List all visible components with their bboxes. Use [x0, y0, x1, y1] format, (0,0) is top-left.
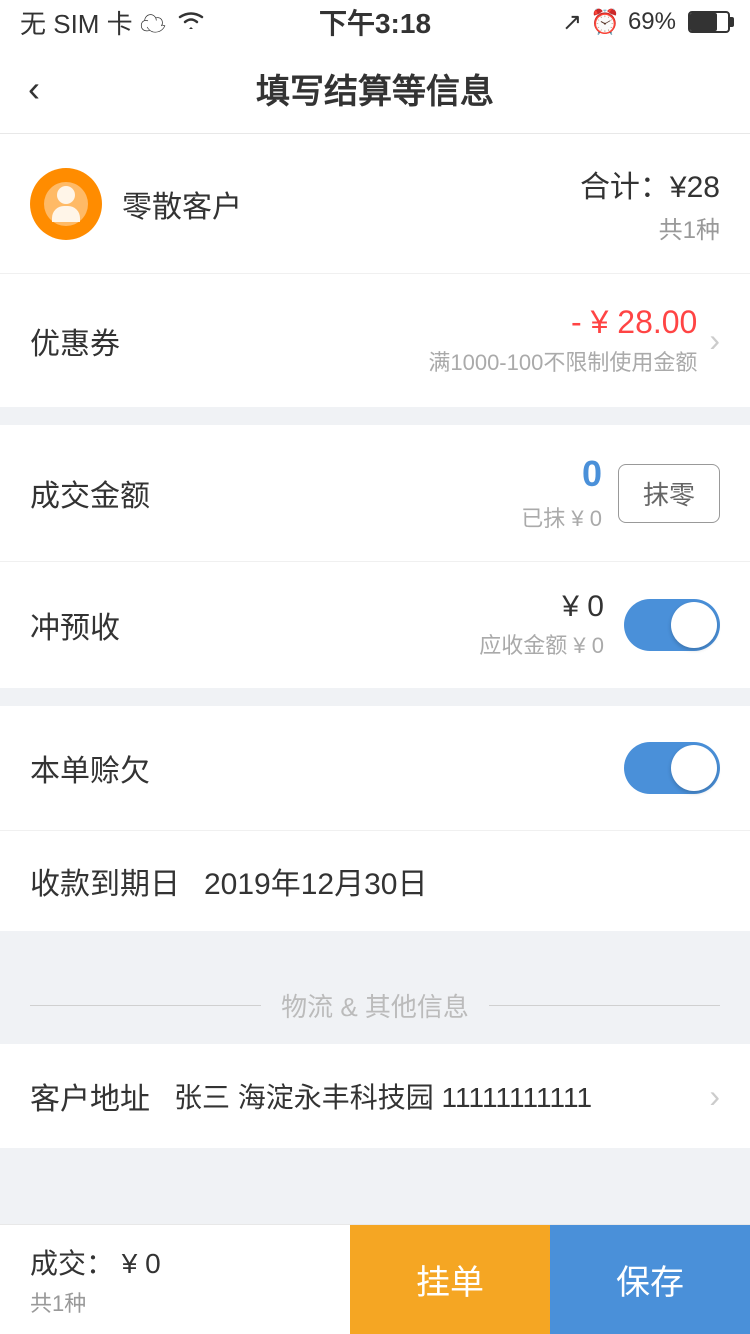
logistics-header: 物流 & 其他信息 [0, 967, 750, 1044]
hang-button[interactable]: 挂单 [350, 1225, 550, 1334]
bottom-summary: 成交： ¥ 0 共1种 [0, 1242, 350, 1318]
customer-section: 零散客户 合计：¥28 共1种 优惠券 - ¥ 28.00 满1000-100不… [0, 134, 750, 407]
customer-row: 零散客户 合计：¥28 共1种 [0, 134, 750, 273]
debt-toggle-knob [671, 745, 717, 791]
coupon-discount: - ¥ 28.00 [428, 304, 697, 341]
prepaid-right: ¥ 0 应收金额 ¥ 0 [479, 590, 720, 660]
bottom-deal-amount: ¥ 0 [122, 1248, 161, 1279]
transaction-right: 0 已抹 ¥ 0 抹零 [521, 453, 720, 533]
coupon-label: 优惠券 [30, 319, 120, 363]
already-rounded: 已抹 ¥ 0 [521, 501, 602, 533]
alarm-icon: ⏰ [590, 8, 620, 37]
header-line-left [30, 1005, 261, 1006]
coupon-right: - ¥ 28.00 满1000-100不限制使用金额 › [428, 304, 720, 377]
transaction-row: 成交金额 0 已抹 ¥ 0 抹零 [0, 425, 750, 561]
debt-row: 本单赊欠 [0, 706, 750, 830]
prepaid-amount: ¥ 0 [479, 590, 604, 624]
address-chevron-icon: › [709, 1078, 720, 1115]
amount-wrap: 0 已抹 ¥ 0 [521, 453, 602, 533]
back-button[interactable]: ‹ [28, 68, 40, 110]
toggle-knob [671, 602, 717, 648]
coupon-chevron-icon: › [709, 322, 720, 359]
prepaid-amount-wrap: ¥ 0 应收金额 ¥ 0 [479, 590, 604, 660]
prepaid-toggle[interactable] [624, 599, 720, 651]
status-left: 无 SIM 卡 ☁ [20, 4, 206, 41]
customer-info: 零散客户 [30, 168, 242, 240]
header-line-right [489, 1005, 720, 1006]
bottom-deal-label: 成交： [30, 1248, 114, 1279]
receivable-label: 应收金额 ¥ 0 [479, 628, 604, 660]
battery-percent: 69% [628, 8, 676, 36]
battery-icon [688, 11, 730, 33]
customer-summary: 合计：¥28 共1种 [580, 162, 720, 245]
prepaid-label: 冲预收 [30, 603, 120, 647]
address-value: 张三 海淀永丰科技园 11111111111 [174, 1076, 709, 1116]
transaction-amount: 0 [521, 453, 602, 495]
address-section: 客户地址 张三 海淀永丰科技园 11111111111 › [0, 1044, 750, 1148]
status-time: 下午3:18 [319, 2, 431, 42]
round-button[interactable]: 抹零 [618, 464, 720, 523]
debt-label: 本单赊欠 [30, 746, 150, 790]
avatar [30, 168, 102, 240]
due-date-value: 2019年12月30日 [204, 859, 427, 903]
bottom-deal: 成交： ¥ 0 [30, 1242, 320, 1282]
customer-name: 零散客户 [122, 182, 242, 226]
due-date-label: 收款到期日 [30, 859, 180, 903]
section-divider [0, 949, 750, 967]
bottom-count: 共1种 [30, 1286, 320, 1318]
sim-label: 无 SIM 卡 ☁ [20, 4, 166, 41]
bottom-bar: 成交： ¥ 0 共1种 挂单 保存 [0, 1224, 750, 1334]
location-icon: ↗ [562, 8, 582, 37]
coupon-row[interactable]: 优惠券 - ¥ 28.00 满1000-100不限制使用金额 › [0, 273, 750, 407]
nav-bar: ‹ 填写结算等信息 [0, 44, 750, 134]
logistics-header-text: 物流 & 其他信息 [281, 987, 469, 1024]
debt-section: 本单赊欠 收款到期日 2019年12月30日 [0, 706, 750, 931]
prepaid-row: 冲预收 ¥ 0 应收金额 ¥ 0 [0, 561, 750, 688]
address-label: 客户地址 [30, 1074, 150, 1118]
avatar-inner [44, 182, 88, 226]
debt-toggle[interactable] [624, 742, 720, 794]
total-count: 共1种 [580, 210, 720, 245]
address-row[interactable]: 客户地址 张三 海淀永丰科技园 11111111111 › [0, 1044, 750, 1148]
transaction-label: 成交金额 [30, 471, 150, 515]
coupon-value-wrap: - ¥ 28.00 满1000-100不限制使用金额 [428, 304, 697, 377]
save-button[interactable]: 保存 [550, 1225, 750, 1334]
status-bar: 无 SIM 卡 ☁ 下午3:18 ↗ ⏰ 69% [0, 0, 750, 44]
total-amount: 合计：¥28 [580, 162, 720, 206]
coupon-desc: 满1000-100不限制使用金额 [428, 345, 697, 377]
wifi-icon [176, 7, 206, 38]
page-title: 填写结算等信息 [256, 64, 494, 113]
due-date-row: 收款到期日 2019年12月30日 [0, 830, 750, 931]
status-right: ↗ ⏰ 69% [562, 8, 730, 37]
transaction-section: 成交金额 0 已抹 ¥ 0 抹零 冲预收 ¥ 0 应收金额 ¥ 0 [0, 425, 750, 688]
